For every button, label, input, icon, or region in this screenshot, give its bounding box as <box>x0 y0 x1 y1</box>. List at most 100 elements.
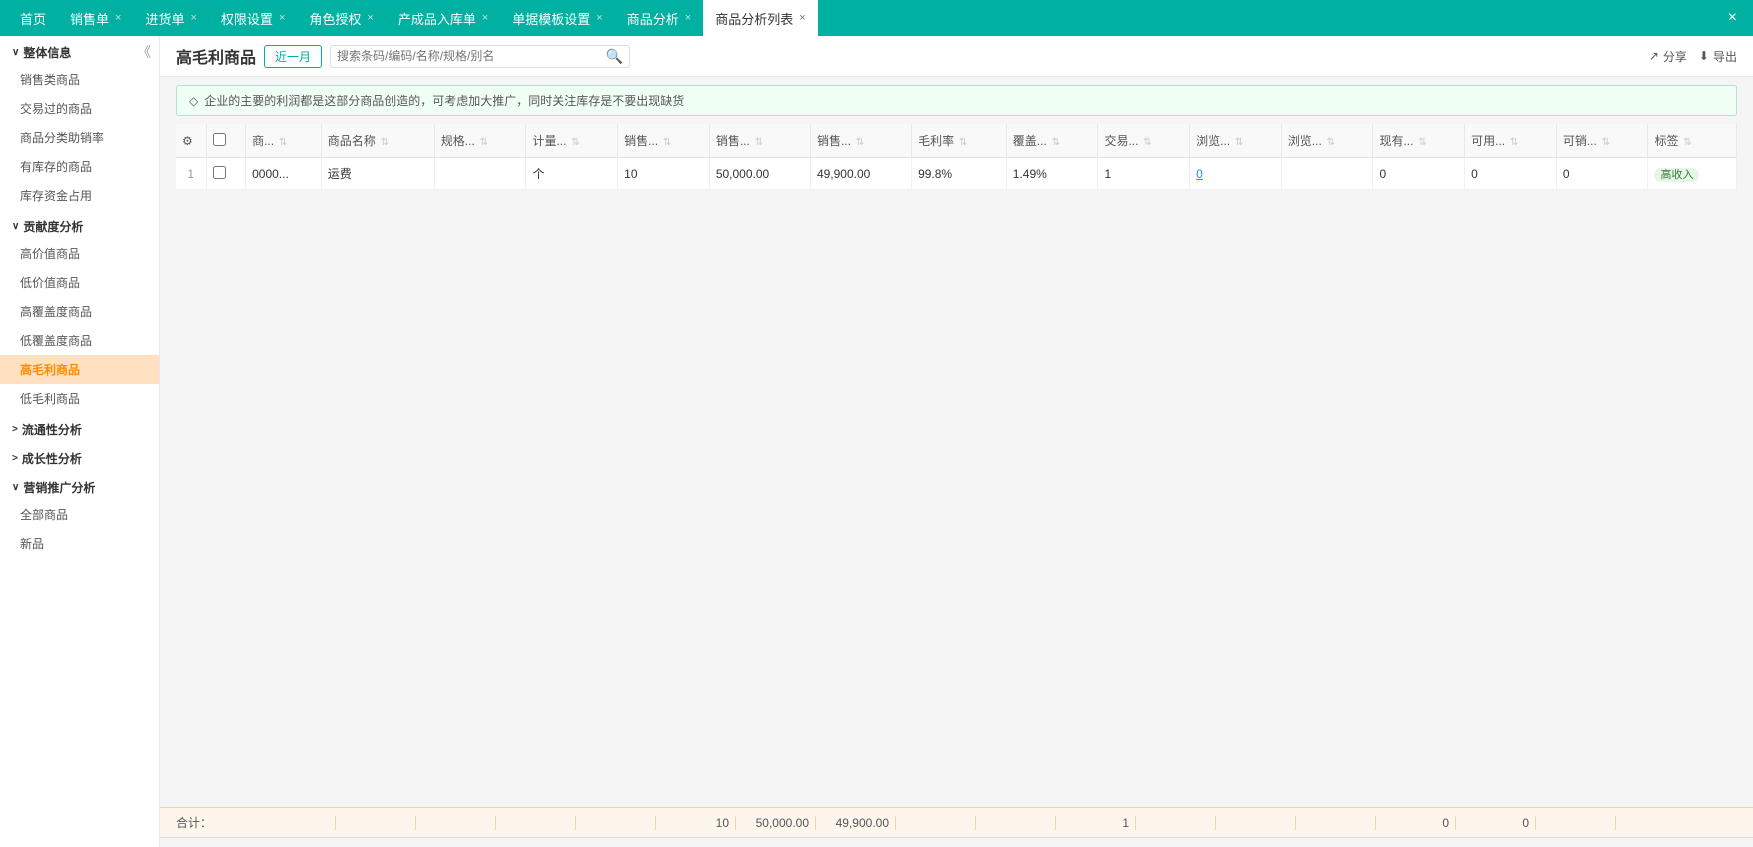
recent-month-button[interactable]: 近一月 <box>264 45 322 68</box>
nav-item-商品分析[interactable]: 商品分析× <box>615 0 703 36</box>
close-tab-icon[interactable]: × <box>482 12 488 24</box>
col-header-unit[interactable]: 计量... ⇅ <box>526 124 618 158</box>
close-tab-icon[interactable]: × <box>190 12 196 24</box>
col-header-view1[interactable]: 浏览... ⇅ <box>1190 124 1282 158</box>
sidebar-item-交易过的商品[interactable]: 交易过的商品 <box>0 94 159 123</box>
col-header-available[interactable]: 可用... ⇅ <box>1465 124 1557 158</box>
nav-item-权限设置[interactable]: 权限设置× <box>209 0 297 36</box>
select-all-checkbox[interactable] <box>213 133 226 146</box>
sort-icon: ⇅ <box>568 137 579 148</box>
info-text: 企业的主要的利润都是这部分商品创造的，可考虑加大推广，同时关注库存是不要出现缺货 <box>204 92 684 109</box>
footer-cells: 1050,000.0049,900.00100 <box>256 816 1737 830</box>
footer-label: 合计： <box>176 814 256 831</box>
sidebar-item-低覆盖度商品[interactable]: 低覆盖度商品 <box>0 326 159 355</box>
close-app-button[interactable]: × <box>1720 9 1745 27</box>
sidebar-item-高毛利商品[interactable]: 高毛利商品 <box>0 355 159 384</box>
cell-tag: 高收入 <box>1648 158 1737 190</box>
info-banner: ◇ 企业的主要的利润都是这部分商品创造的，可考虑加大推广，同时关注库存是不要出现… <box>176 85 1737 116</box>
sidebar-item-有库存的商品[interactable]: 有库存的商品 <box>0 152 159 181</box>
sidebar-item-高覆盖度商品[interactable]: 高覆盖度商品 <box>0 297 159 326</box>
nav-item-首页[interactable]: 首页 <box>8 0 58 36</box>
sidebar-item-低毛利商品[interactable]: 低毛利商品 <box>0 384 159 413</box>
sort-icon: ⇅ <box>1232 137 1243 148</box>
close-tab-icon[interactable]: × <box>367 12 373 24</box>
search-container: 🔍 <box>330 45 630 68</box>
close-tab-icon[interactable]: × <box>115 12 121 24</box>
close-tab-icon[interactable]: × <box>799 12 805 24</box>
footer-cell-7: 49,900.00 <box>816 816 896 830</box>
sort-icon: ⇅ <box>956 137 967 148</box>
horizontal-scrollbar[interactable] <box>160 837 1753 847</box>
cell-saleable: 0 <box>1556 158 1648 190</box>
col-header-spec[interactable]: 规格... ⇅ <box>434 124 526 158</box>
sidebar-item-库存资金占用[interactable]: 库存资金占用 <box>0 181 159 210</box>
col-header-coverage[interactable]: 覆盖... ⇅ <box>1006 124 1098 158</box>
sidebar-group-title[interactable]: ∨ 贡献度分析 <box>0 210 159 239</box>
search-input[interactable] <box>337 49 606 63</box>
sidebar: 《 ∨整体信息销售类商品交易过的商品商品分类助销率有库存的商品库存资金占用∨贡献… <box>0 36 160 847</box>
sidebar-group-label: 贡献度分析 <box>23 218 83 235</box>
col-header-checkbox[interactable] <box>206 124 246 158</box>
row-checkbox[interactable] <box>213 166 226 179</box>
sidebar-item-全部商品[interactable]: 全部商品 <box>0 500 159 529</box>
nav-item-商品分析列表[interactable]: 商品分析列表× <box>703 0 817 36</box>
col-header-saleable[interactable]: 可销... ⇅ <box>1556 124 1648 158</box>
sidebar-collapse-button[interactable]: 《 <box>133 40 155 64</box>
col-header-current[interactable]: 现有... ⇅ <box>1373 124 1465 158</box>
sort-icon: ⇅ <box>1415 137 1426 148</box>
nav-item-销售单[interactable]: 销售单× <box>58 0 133 36</box>
sort-icon: ⇅ <box>1599 137 1610 148</box>
cell-checkbox <box>206 158 246 190</box>
col-header-saleProfit[interactable]: 销售... ⇅ <box>810 124 911 158</box>
sort-icon: ⇅ <box>660 137 671 148</box>
col-header-name[interactable]: 商品名称 ⇅ <box>321 124 434 158</box>
view-link[interactable]: 0 <box>1196 167 1203 181</box>
sidebar-group-title[interactable]: > 流通性分析 <box>0 413 159 442</box>
table-container: ⚙商... ⇅商品名称 ⇅规格... ⇅计量... ⇅销售... ⇅销售... … <box>160 124 1753 807</box>
sidebar-item-新品[interactable]: 新品 <box>0 529 159 558</box>
sidebar-item-高价值商品[interactable]: 高价值商品 <box>0 239 159 268</box>
sidebar-group-arrow-icon: > <box>12 424 18 435</box>
nav-item-进货单[interactable]: 进货单× <box>133 0 208 36</box>
col-header-grossRate[interactable]: 毛利率 ⇅ <box>912 124 1007 158</box>
nav-item-角色授权[interactable]: 角色授权× <box>297 0 385 36</box>
cell-grossRate: 99.8% <box>912 158 1007 190</box>
nav-item-单据模板设置[interactable]: 单据模板设置× <box>500 0 614 36</box>
sort-icon: ⇅ <box>853 137 864 148</box>
close-tab-icon[interactable]: × <box>279 12 285 24</box>
col-header-tag[interactable]: 标签 ⇅ <box>1648 124 1737 158</box>
sidebar-group-label: 流通性分析 <box>22 421 82 438</box>
col-header-view2[interactable]: 浏览... ⇅ <box>1281 124 1373 158</box>
sort-icon: ⇅ <box>477 137 488 148</box>
close-tab-icon[interactable]: × <box>596 12 602 24</box>
col-header-trade[interactable]: 交易... ⇅ <box>1098 124 1190 158</box>
export-button[interactable]: ⬇ 导出 <box>1699 48 1737 65</box>
cell-view1[interactable]: 0 <box>1190 158 1282 190</box>
cell-saleQty: 10 <box>618 158 710 190</box>
cell-name: 运费 <box>321 158 434 190</box>
sidebar-group-arrow-icon: ∨ <box>12 221 19 232</box>
sidebar-item-销售类商品[interactable]: 销售类商品 <box>0 65 159 94</box>
col-header-code[interactable]: 商... ⇅ <box>246 124 322 158</box>
sidebar-group-title[interactable]: ∨营销推广分析 <box>0 471 159 500</box>
col-header-saleQty[interactable]: 销售... ⇅ <box>618 124 710 158</box>
nav-item-产成品入库单[interactable]: 产成品入库单× <box>386 0 500 36</box>
sidebar-group-title[interactable]: >成长性分析 <box>0 442 159 471</box>
settings-icon[interactable]: ⚙ <box>182 134 193 148</box>
sidebar-item-商品分类助销率[interactable]: 商品分类助销率 <box>0 123 159 152</box>
sidebar-group: > 流通性分析 <box>0 413 159 442</box>
footer-cell-9 <box>976 816 1056 830</box>
sidebar-group: ∨ 贡献度分析高价值商品低价值商品高覆盖度商品低覆盖度商品高毛利商品低毛利商品 <box>0 210 159 413</box>
col-header-saleAmt[interactable]: 销售... ⇅ <box>709 124 810 158</box>
search-icon[interactable]: 🔍 <box>606 48 623 65</box>
footer-cell-0 <box>256 816 336 830</box>
footer-cell-3 <box>496 816 576 830</box>
close-tab-icon[interactable]: × <box>685 12 691 24</box>
col-header-settings[interactable]: ⚙ <box>176 124 206 158</box>
share-button[interactable]: ↗ 分享 <box>1649 48 1687 65</box>
cell-current: 0 <box>1373 158 1465 190</box>
footer-cell-4 <box>576 816 656 830</box>
sidebar-item-低价值商品[interactable]: 低价值商品 <box>0 268 159 297</box>
cell-spec <box>434 158 526 190</box>
cell-view2 <box>1281 158 1373 190</box>
